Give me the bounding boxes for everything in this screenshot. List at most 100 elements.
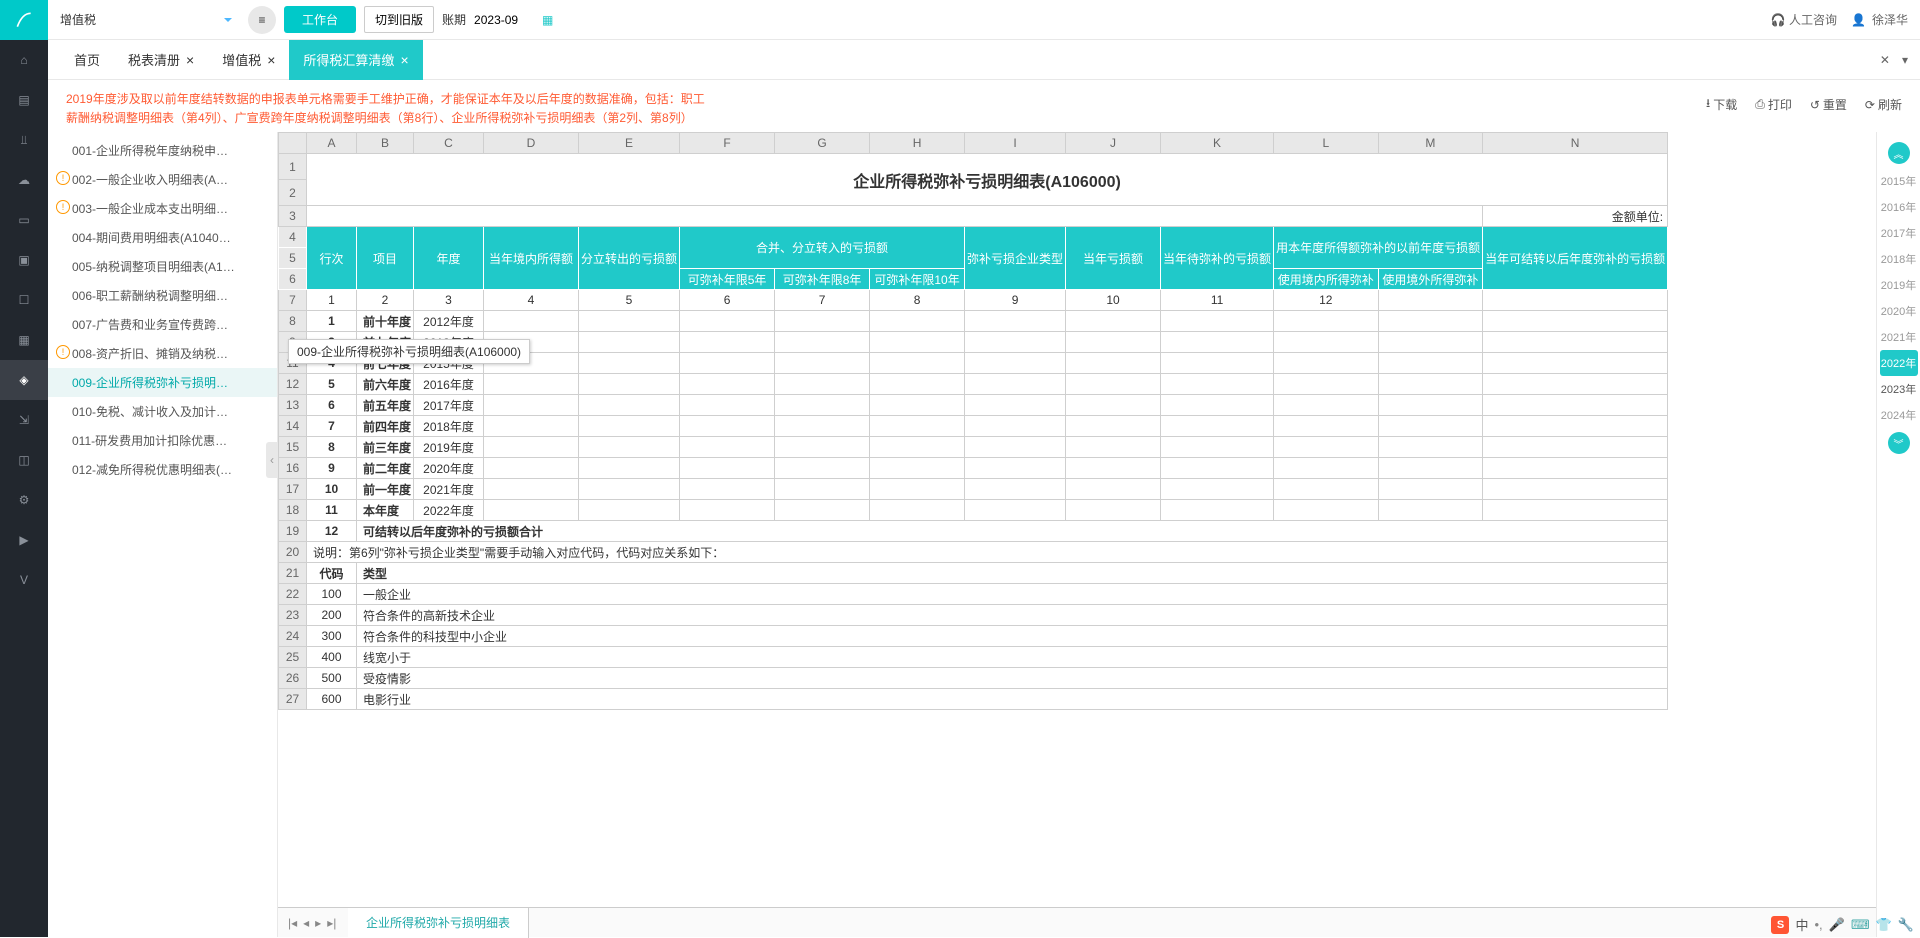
data-cell[interactable] bbox=[1378, 416, 1483, 437]
data-cell[interactable] bbox=[1066, 479, 1161, 500]
data-cell[interactable] bbox=[1274, 332, 1379, 353]
tree-item[interactable]: 005-纳税调整项目明细表(A1… bbox=[48, 252, 277, 281]
sheet-first-icon[interactable]: |◂ bbox=[288, 916, 297, 930]
data-cell[interactable] bbox=[965, 374, 1066, 395]
tab-增值税[interactable]: 增值税× bbox=[208, 40, 289, 80]
data-cell[interactable] bbox=[484, 479, 579, 500]
data-cell[interactable] bbox=[965, 416, 1066, 437]
data-cell[interactable] bbox=[680, 374, 775, 395]
tree-item[interactable]: 004-期间费用明细表(A1040… bbox=[48, 223, 277, 252]
nav-form-icon[interactable]: ▭ bbox=[0, 200, 48, 240]
col-header[interactable]: D bbox=[484, 133, 579, 154]
calendar-icon[interactable]: ▦ bbox=[542, 13, 553, 27]
data-cell[interactable] bbox=[1378, 479, 1483, 500]
data-cell[interactable] bbox=[1378, 374, 1483, 395]
data-cell[interactable] bbox=[579, 416, 680, 437]
nav-tax-icon[interactable]: ◈ bbox=[0, 360, 48, 400]
year-2019年[interactable]: 2019年 bbox=[1880, 272, 1918, 298]
data-cell[interactable] bbox=[680, 332, 775, 353]
data-cell[interactable] bbox=[1066, 500, 1161, 521]
data-cell[interactable] bbox=[1483, 332, 1668, 353]
data-cell[interactable] bbox=[1066, 332, 1161, 353]
switch-old-button[interactable]: 切到旧版 bbox=[364, 6, 434, 33]
data-cell[interactable] bbox=[1066, 395, 1161, 416]
data-cell[interactable] bbox=[1483, 458, 1668, 479]
ime-punct-icon[interactable]: •, bbox=[1815, 917, 1823, 932]
data-cell[interactable] bbox=[1161, 395, 1274, 416]
year-2017年[interactable]: 2017年 bbox=[1880, 220, 1918, 246]
data-cell[interactable] bbox=[1274, 416, 1379, 437]
col-header[interactable]: B bbox=[357, 133, 414, 154]
data-cell[interactable] bbox=[1378, 353, 1483, 374]
year-2016年[interactable]: 2016年 bbox=[1880, 194, 1918, 220]
workspace-button[interactable]: 工作台 bbox=[284, 6, 356, 33]
tree-item[interactable]: 001-企业所得税年度纳税申… bbox=[48, 136, 277, 165]
data-cell[interactable] bbox=[965, 479, 1066, 500]
data-cell[interactable] bbox=[775, 437, 870, 458]
reset-button[interactable]: ↺ 重置 bbox=[1810, 94, 1847, 115]
data-cell[interactable] bbox=[965, 458, 1066, 479]
data-cell[interactable] bbox=[965, 437, 1066, 458]
data-cell[interactable] bbox=[680, 416, 775, 437]
data-cell[interactable]: 前十年度 bbox=[357, 311, 414, 332]
data-cell[interactable]: 前一年度 bbox=[357, 479, 414, 500]
data-cell[interactable] bbox=[484, 437, 579, 458]
data-cell[interactable]: 前二年度 bbox=[357, 458, 414, 479]
toggle-icon[interactable]: ≡ bbox=[248, 6, 276, 34]
data-cell[interactable] bbox=[579, 458, 680, 479]
data-cell[interactable] bbox=[579, 395, 680, 416]
data-cell[interactable] bbox=[1483, 311, 1668, 332]
data-cell[interactable]: 前四年度 bbox=[357, 416, 414, 437]
col-header[interactable]: N bbox=[1483, 133, 1668, 154]
data-cell[interactable] bbox=[1483, 353, 1668, 374]
sheet-tab[interactable]: 企业所得税弥补亏损明细表 bbox=[348, 908, 529, 938]
col-header[interactable]: J bbox=[1066, 133, 1161, 154]
tree-item[interactable]: 008-资产折旧、摊销及纳税… bbox=[48, 339, 277, 368]
data-cell[interactable] bbox=[1378, 311, 1483, 332]
data-cell[interactable]: 前三年度 bbox=[357, 437, 414, 458]
data-cell[interactable] bbox=[1378, 500, 1483, 521]
col-header[interactable]: H bbox=[870, 133, 965, 154]
ime-lang[interactable]: 中 bbox=[1795, 915, 1808, 934]
data-cell[interactable] bbox=[870, 395, 965, 416]
data-cell[interactable] bbox=[1483, 437, 1668, 458]
data-cell[interactable] bbox=[1161, 479, 1274, 500]
ime-mic-icon[interactable]: 🎤 bbox=[1829, 917, 1845, 933]
data-cell[interactable] bbox=[1274, 479, 1379, 500]
data-cell[interactable] bbox=[484, 395, 579, 416]
tree-item[interactable]: 010-免税、减计收入及加计… bbox=[48, 397, 277, 426]
nav-inbox-icon[interactable]: ◫ bbox=[0, 440, 48, 480]
data-cell[interactable]: 2022年度 bbox=[414, 500, 484, 521]
data-cell[interactable] bbox=[1161, 332, 1274, 353]
data-cell[interactable] bbox=[1483, 374, 1668, 395]
data-cell[interactable] bbox=[1483, 479, 1668, 500]
tab-税表清册[interactable]: 税表清册× bbox=[114, 40, 208, 80]
col-header[interactable]: C bbox=[414, 133, 484, 154]
collapse-handle[interactable]: ‹ bbox=[266, 442, 278, 478]
data-cell[interactable] bbox=[1161, 500, 1274, 521]
nav-bag-icon[interactable]: ☁ bbox=[0, 160, 48, 200]
nav-doc-icon[interactable]: ▤ bbox=[0, 80, 48, 120]
data-cell[interactable] bbox=[680, 311, 775, 332]
data-cell[interactable] bbox=[1378, 437, 1483, 458]
year-2020年[interactable]: 2020年 bbox=[1880, 298, 1918, 324]
refresh-button[interactable]: ⟳ 刷新 bbox=[1865, 94, 1902, 115]
data-cell[interactable] bbox=[870, 311, 965, 332]
company-dropdown[interactable]: 增值税 bbox=[60, 6, 240, 34]
data-cell[interactable] bbox=[870, 353, 965, 374]
tab-首页[interactable]: 首页 bbox=[60, 40, 114, 80]
tree-item[interactable]: 011-研发费用加计扣除优惠… bbox=[48, 426, 277, 455]
data-cell[interactable] bbox=[1274, 353, 1379, 374]
data-cell[interactable] bbox=[579, 500, 680, 521]
year-2018年[interactable]: 2018年 bbox=[1880, 246, 1918, 272]
data-cell[interactable] bbox=[870, 458, 965, 479]
data-cell[interactable] bbox=[775, 458, 870, 479]
data-cell[interactable] bbox=[965, 332, 1066, 353]
nav-home-icon[interactable]: ⌂ bbox=[0, 40, 48, 80]
year-2015年[interactable]: 2015年 bbox=[1880, 168, 1918, 194]
data-cell[interactable] bbox=[1274, 500, 1379, 521]
data-cell[interactable]: 2018年度 bbox=[414, 416, 484, 437]
tree-item[interactable]: 006-职工薪酬纳税调整明细… bbox=[48, 281, 277, 310]
data-cell[interactable] bbox=[1483, 500, 1668, 521]
data-cell[interactable] bbox=[579, 311, 680, 332]
